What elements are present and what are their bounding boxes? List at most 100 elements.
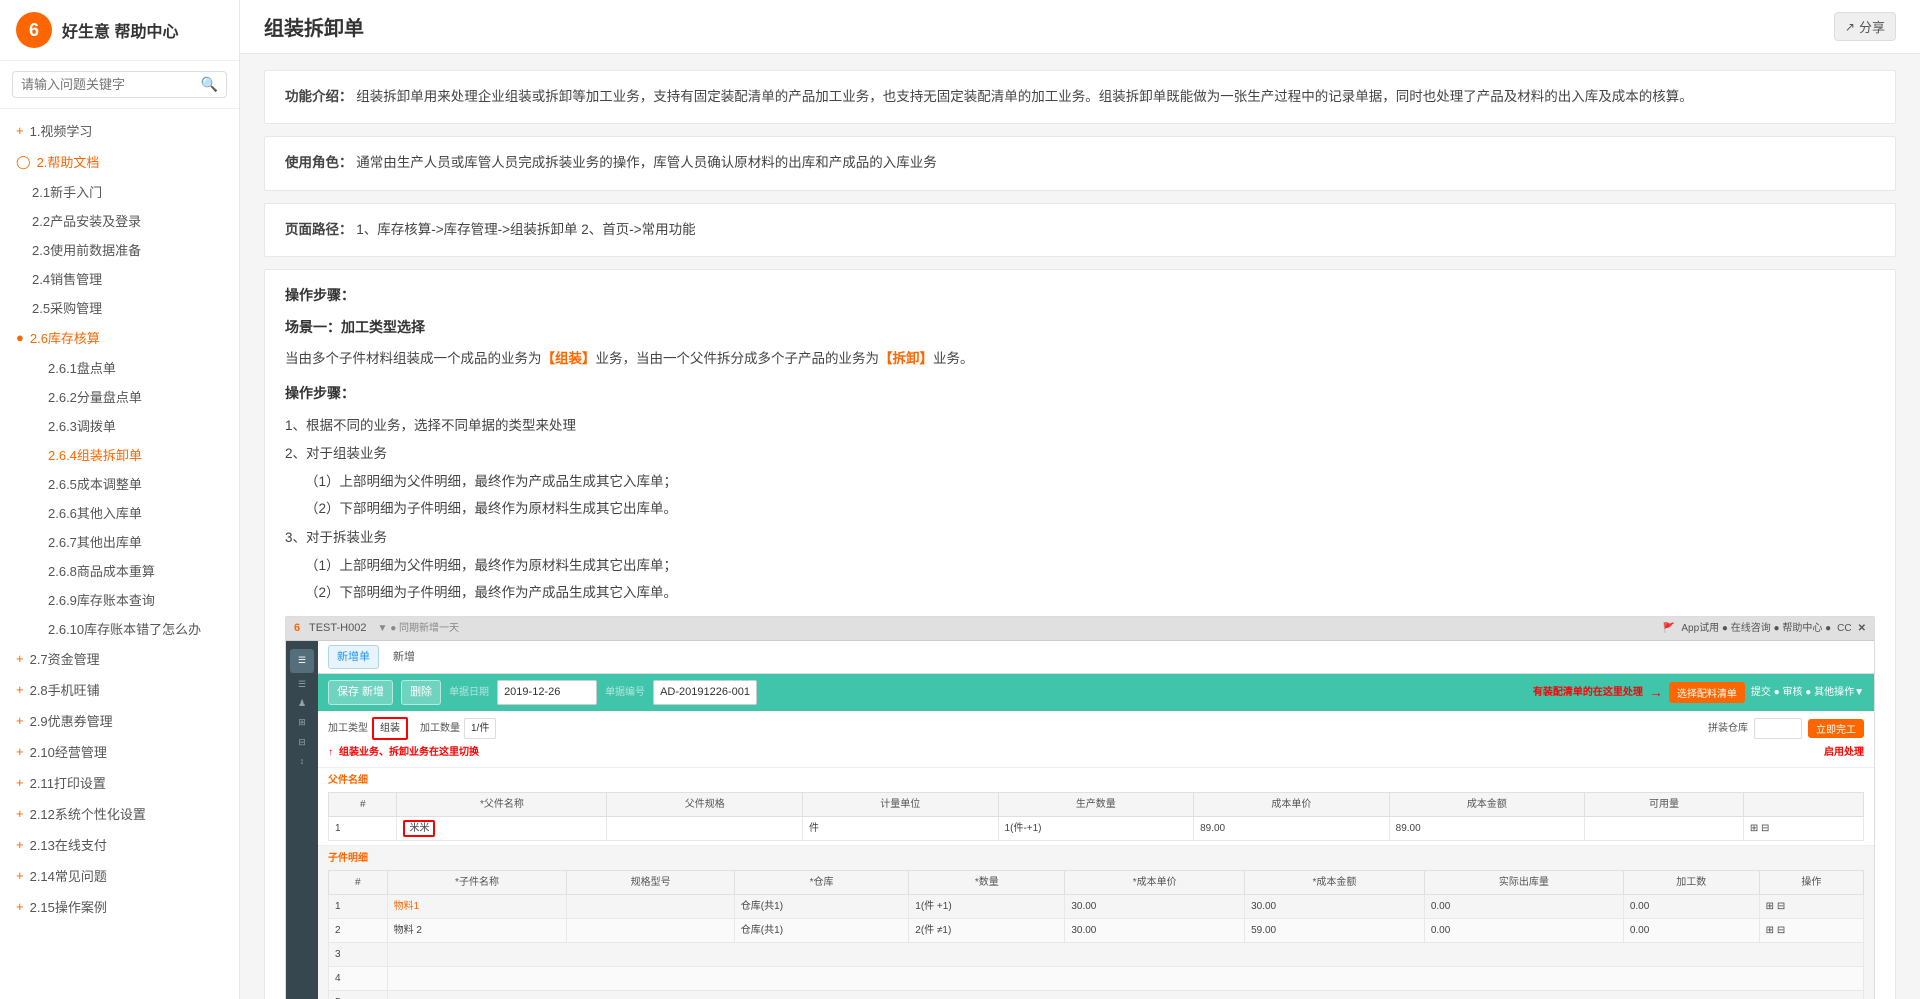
sidebar-item-purchase[interactable]: 2.5采购管理 bbox=[0, 293, 239, 322]
search-input[interactable] bbox=[21, 77, 201, 92]
sidebar-item-print[interactable]: + 2.11打印设置 bbox=[0, 767, 239, 798]
sidebar-item-adjust[interactable]: 2.6.3调拨单 bbox=[0, 411, 239, 440]
ss-date-label: 单据日期 bbox=[449, 684, 489, 701]
ss-low-td-avail: 0.00 bbox=[1424, 895, 1623, 919]
ss-low-td-qty2: 2(件 ≠1) bbox=[909, 919, 1065, 943]
ss-low-td-name: 物料1 bbox=[387, 895, 567, 919]
ss-tab-new[interactable]: 新增 bbox=[385, 646, 423, 669]
ss-save-btn[interactable]: 保存 新增 bbox=[328, 680, 393, 705]
ss-warehouse-input[interactable] bbox=[1754, 718, 1802, 739]
ss-tab-active[interactable]: 新增单 bbox=[328, 645, 379, 670]
sidebar-item-onlinepay[interactable]: + 2.13在线支付 bbox=[0, 829, 239, 860]
plus-icon10: + bbox=[16, 899, 24, 914]
ss-main: ☰ ☰ ♟ ⊞ ⊟ ↕ 新增单 新增 bbox=[286, 641, 1874, 999]
ss-upper-table: # *父件名称 父件规格 计量单位 生产数量 成本单价 成本金额 可用量 bbox=[328, 792, 1864, 841]
ss-low-td-empty5 bbox=[387, 991, 1863, 999]
nav-tree: + 1.视频学习 ◯ 2.帮助文档 2.1新手入门 2.2产品安装及登录 2.3… bbox=[0, 109, 239, 999]
ss-type-label: 加工类型 bbox=[328, 720, 368, 737]
sidebar-item-cases[interactable]: + 2.15操作案例 bbox=[0, 891, 239, 922]
sidebar-item-assembly[interactable]: 2.6.4组装拆卸单 bbox=[0, 440, 239, 469]
sidebar-item-costadj[interactable]: 2.6.5成本调整单 bbox=[0, 469, 239, 498]
ss-low-td-ops2: ⊞ ⊟ bbox=[1759, 919, 1863, 943]
step3-sub1: （1）上部明细为父件明细，最终作为原材料生成其它出库单； bbox=[305, 554, 1875, 578]
sidebar-item-install[interactable]: 2.2产品安装及登录 bbox=[0, 206, 239, 235]
ss-col-spec: 父件规格 bbox=[607, 793, 803, 817]
sidebar: 6 好生意 帮助中心 🔍 + 1.视频学习 ◯ 2.帮助文档 2.1新手入门 2… bbox=[0, 0, 240, 999]
search-icon[interactable]: 🔍 bbox=[201, 76, 218, 93]
sidebar-item-coupon[interactable]: + 2.9优惠券管理 bbox=[0, 705, 239, 736]
table-row: 1 米米 件 1(件-+1) 89.00 bbox=[329, 817, 1864, 841]
sidebar-item-newcomer[interactable]: 2.1新手入门 bbox=[0, 177, 239, 206]
ss-annot2-text: ↑ bbox=[328, 744, 333, 761]
ss-annot3-text: 启用处理 bbox=[1824, 744, 1864, 761]
minus-icon: ◯ bbox=[16, 154, 31, 170]
ss-left-nav: ☰ ☰ ♟ ⊞ ⊟ ↕ bbox=[286, 641, 318, 999]
keyword-disassembly: 【拆卸】 bbox=[879, 351, 933, 366]
plus-icon7: + bbox=[16, 806, 24, 821]
sidebar-item-goodscost[interactable]: 2.6.8商品成本重算 bbox=[0, 556, 239, 585]
ss-nav-icon5: ⊟ bbox=[298, 735, 306, 750]
sidebar-item-label: 2.10经营管理 bbox=[30, 742, 107, 761]
ss-delete-btn[interactable]: 删除 bbox=[401, 680, 441, 705]
sidebar-item-label: 2.13在线支付 bbox=[30, 835, 107, 854]
role-label: 使用角色： bbox=[285, 155, 353, 170]
ss-low-td-avail2: 0.00 bbox=[1424, 919, 1623, 943]
ss-upper-table-title: 父件名细 bbox=[328, 772, 1864, 789]
ss-td-idx: 1 bbox=[329, 817, 397, 841]
ss-low-td-idx3: 3 bbox=[329, 943, 388, 967]
ss-low-td-idx4: 4 bbox=[329, 967, 388, 991]
ss-form-area: 加工类型 组装 加工数量 1/件 拼装仓库 bbox=[318, 711, 1874, 768]
ss-topbar: 新增单 新增 bbox=[318, 641, 1874, 675]
sidebar-item-video[interactable]: + 1.视频学习 bbox=[0, 115, 239, 146]
ss-type-select[interactable]: 组装 bbox=[372, 717, 408, 740]
sidebar-item-stockerr[interactable]: 2.6.10库存账本错了怎么办 bbox=[0, 614, 239, 643]
steps-subtitle: 操作步骤： bbox=[285, 382, 1875, 406]
step2-sub2: （2）下部明细为子件明细，最终作为原材料生成其它出库单。 bbox=[305, 497, 1875, 521]
share-button[interactable]: ↗ 分享 bbox=[1834, 12, 1896, 41]
ss-confirm-btn[interactable]: 立即完工 bbox=[1808, 719, 1864, 738]
ss-upper-table-area: 父件名细 # *父件名称 父件规格 计量单位 生产数量 bbox=[318, 768, 1874, 845]
sidebar-item-data[interactable]: 2.3使用前数据准备 bbox=[0, 235, 239, 264]
step2: 2、对于组装业务 bbox=[285, 442, 1875, 466]
sidebar-item-stockcheck[interactable]: 2.6.1盘点单 bbox=[0, 353, 239, 382]
sidebar-item-label: 2.9优惠券管理 bbox=[30, 711, 113, 730]
sidebar-item-label: 2.14常见问题 bbox=[30, 866, 107, 885]
ss-arrow-right: → bbox=[1649, 681, 1663, 705]
screenshot: 6 TEST-H002 ▼ ● 同期新增一天 🚩 App试用 ● 在线咨询 ● … bbox=[285, 616, 1875, 999]
ss-low-col-unit: *仓库 bbox=[734, 871, 908, 895]
sidebar-item-inventory[interactable]: ● 2.6库存核算 bbox=[0, 322, 239, 353]
ss-apptrial: App试用 ● 在线咨询 ● 帮助中心 ● bbox=[1681, 620, 1831, 637]
sidebar-item-docs[interactable]: ◯ 2.帮助文档 bbox=[0, 146, 239, 177]
ss-date-input[interactable]: 2019-12-26 bbox=[497, 680, 597, 705]
ss-low-td-spec2 bbox=[567, 919, 734, 943]
ss-low-td-idx: 1 bbox=[329, 895, 388, 919]
ss-select-bom-btn[interactable]: 选择配料清单 bbox=[1669, 682, 1745, 703]
keyword-assembly: 【组装】 bbox=[542, 351, 596, 366]
sidebar-item-stocksplit[interactable]: 2.6.2分量盘点单 bbox=[0, 382, 239, 411]
page-title: 组装拆卸单 bbox=[264, 12, 364, 41]
sidebar-item-mobile[interactable]: + 2.8手机旺铺 bbox=[0, 674, 239, 705]
ss-right-annot: 拼装仓库 立即完工 bbox=[508, 718, 1864, 739]
ss-qty-label: 加工数量 bbox=[420, 720, 460, 737]
sidebar-item-system[interactable]: + 2.12系统个性化设置 bbox=[0, 798, 239, 829]
ss-close-icon[interactable]: ✕ bbox=[1858, 620, 1866, 637]
sidebar-item-funds[interactable]: + 2.7资金管理 bbox=[0, 643, 239, 674]
sidebar-item-label: 2.7资金管理 bbox=[30, 649, 100, 668]
sidebar-item-faq[interactable]: + 2.14常见问题 bbox=[0, 860, 239, 891]
sidebar-item-mgmt[interactable]: + 2.10经营管理 bbox=[0, 736, 239, 767]
ss-name-input[interactable]: 米米 bbox=[403, 820, 435, 837]
ss-low-td-mfg2: 0.00 bbox=[1623, 919, 1759, 943]
share-icon: ↗ bbox=[1845, 20, 1855, 34]
ss-low-td-unit2: 仓库(共1) bbox=[734, 919, 908, 943]
ss-qty-input[interactable]: 1/件 bbox=[464, 718, 496, 739]
plus-icon: + bbox=[16, 123, 24, 138]
sidebar-item-otherinbound[interactable]: 2.6.6其他入库单 bbox=[0, 498, 239, 527]
sidebar-item-stockquery[interactable]: 2.6.9库存账本查询 bbox=[0, 585, 239, 614]
ss-nav-icon4: ⊞ bbox=[298, 715, 306, 730]
ss-low-td-unit: 仓库(共1) bbox=[734, 895, 908, 919]
sidebar-item-otheroutbound[interactable]: 2.6.7其他出库单 bbox=[0, 527, 239, 556]
sidebar-item-sales[interactable]: 2.4销售管理 bbox=[0, 264, 239, 293]
ss-num-input[interactable]: AD-20191226-001 bbox=[653, 680, 757, 705]
scene1-desc: 当由多个子件材料组装成一个成品的业务为【组装】业务，当由一个父件拆分成多个子产品… bbox=[285, 347, 1875, 371]
ss-col-cost: 成本单价 bbox=[1194, 793, 1390, 817]
